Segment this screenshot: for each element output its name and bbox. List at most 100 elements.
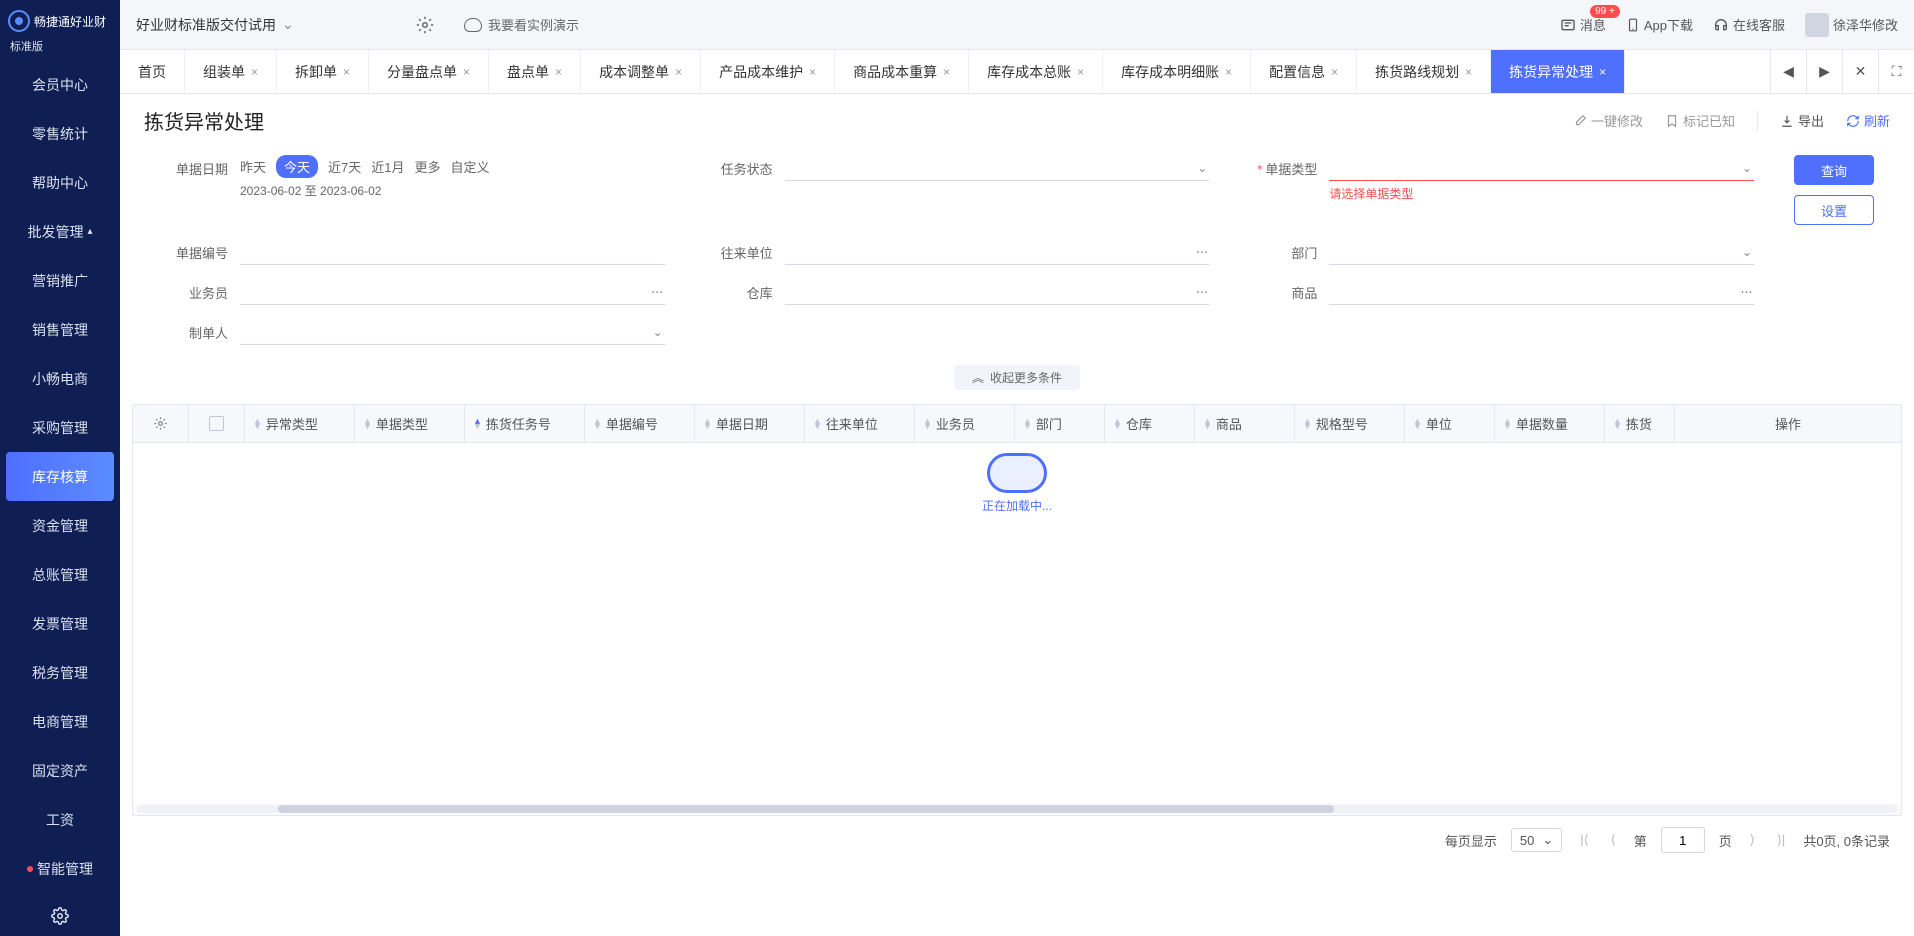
col-8[interactable]: ▲▼仓库 <box>1105 405 1195 442</box>
tabs-close-all[interactable]: ✕ <box>1842 50 1878 93</box>
sidebar-item-3[interactable]: 批发管理 <box>0 207 120 256</box>
app-switcher[interactable]: 好业财标准版交付试用 ⌄ <box>136 15 396 35</box>
tab-11[interactable]: 拣货路线规划× <box>1357 50 1491 93</box>
col-7[interactable]: ▲▼部门 <box>1015 405 1105 442</box>
sidebar-item-17[interactable]: 经营管理 <box>0 893 120 896</box>
salesman-input[interactable]: ··· <box>240 279 665 305</box>
col-1[interactable]: ▲▼单据类型 <box>355 405 465 442</box>
col-5[interactable]: ▲▼往来单位 <box>805 405 915 442</box>
tab-3[interactable]: 分量盘点单× <box>369 50 489 93</box>
sidebar-item-8[interactable]: 库存核算 <box>6 452 114 501</box>
close-icon[interactable]: × <box>555 65 562 79</box>
sidebar-item-7[interactable]: 采购管理 <box>0 403 120 452</box>
sidebar-item-5[interactable]: 销售管理 <box>0 305 120 354</box>
close-icon[interactable]: × <box>675 65 682 79</box>
task-status-select[interactable]: ⌄ <box>785 155 1210 181</box>
col-4[interactable]: ▲▼单据日期 <box>695 405 805 442</box>
creator-select[interactable]: ⌄ <box>240 319 665 345</box>
sidebar-item-12[interactable]: 税务管理 <box>0 648 120 697</box>
col-11[interactable]: ▲▼单位 <box>1405 405 1495 442</box>
tab-9[interactable]: 库存成本明细账× <box>1103 50 1251 93</box>
warehouse-input[interactable]: ··· <box>785 279 1210 305</box>
tabs-scroll-left[interactable]: ◀ <box>1770 50 1806 93</box>
messages-button[interactable]: 消息 99 + <box>1560 15 1606 34</box>
per-page-select[interactable]: 50 ⌄ <box>1511 828 1562 852</box>
partner-input[interactable]: ··· <box>785 239 1210 265</box>
sidebar-item-2[interactable]: 帮助中心 <box>0 158 120 207</box>
refresh-button[interactable]: 刷新 <box>1846 111 1890 130</box>
next-page-button[interactable]: ⟩ <box>1746 832 1759 848</box>
sidebar-settings[interactable] <box>0 896 120 936</box>
tab-10[interactable]: 配置信息× <box>1251 50 1357 93</box>
sidebar-item-9[interactable]: 资金管理 <box>0 501 120 550</box>
tab-1[interactable]: 组装单× <box>185 50 277 93</box>
collapse-filters[interactable]: ︽ 收起更多条件 <box>954 365 1080 390</box>
date-tab-7d[interactable]: 近7天 <box>328 157 361 176</box>
query-button[interactable]: 查询 <box>1794 155 1874 185</box>
tab-7[interactable]: 商品成本重算× <box>835 50 969 93</box>
sidebar-item-15[interactable]: 工资 <box>0 795 120 844</box>
tab-6[interactable]: 产品成本维护× <box>701 50 835 93</box>
close-icon[interactable]: × <box>463 65 470 79</box>
tabs-scroll-right[interactable]: ▶ <box>1806 50 1842 93</box>
select-all-checkbox[interactable] <box>189 405 245 442</box>
close-icon[interactable]: × <box>809 65 816 79</box>
date-tab-1m[interactable]: 近1月 <box>371 157 404 176</box>
tabs-fullscreen[interactable]: ⛶ <box>1878 50 1914 93</box>
date-tab-more[interactable]: 更多 <box>415 157 441 176</box>
sidebar-item-13[interactable]: 电商管理 <box>0 697 120 746</box>
page-input[interactable] <box>1661 827 1705 853</box>
close-icon[interactable]: × <box>943 65 950 79</box>
prev-page-button[interactable]: ⟨ <box>1607 832 1620 848</box>
col-9[interactable]: ▲▼商品 <box>1195 405 1295 442</box>
col-10[interactable]: ▲▼规格型号 <box>1295 405 1405 442</box>
sidebar-item-10[interactable]: 总账管理 <box>0 550 120 599</box>
app-download[interactable]: App下载 <box>1626 15 1693 34</box>
tab-8[interactable]: 库存成本总账× <box>969 50 1103 93</box>
col-3[interactable]: ▲▼单据编号 <box>585 405 695 442</box>
close-icon[interactable]: × <box>1225 65 1232 79</box>
export-button[interactable]: 导出 <box>1780 111 1824 130</box>
sidebar-item-14[interactable]: 固定资产 <box>0 746 120 795</box>
date-tab-yesterday[interactable]: 昨天 <box>240 157 266 176</box>
col-2[interactable]: ▲▼拣货任务号 <box>465 405 585 442</box>
last-page-button[interactable]: ⟩| <box>1773 832 1789 848</box>
sidebar-item-4[interactable]: 营销推广 <box>0 256 120 305</box>
close-icon[interactable]: × <box>1331 65 1338 79</box>
dept-select[interactable]: ⌄ <box>1329 239 1754 265</box>
col-12[interactable]: ▲▼单据数量 <box>1495 405 1605 442</box>
close-icon[interactable]: × <box>1599 65 1606 79</box>
table-settings[interactable] <box>133 405 189 442</box>
tab-4[interactable]: 盘点单× <box>489 50 581 93</box>
bulk-edit-button[interactable]: 一键修改 <box>1573 111 1643 130</box>
first-page-button[interactable]: |⟨ <box>1576 832 1592 848</box>
tab-2[interactable]: 拆卸单× <box>277 50 369 93</box>
col-13[interactable]: ▲▼拣货 <box>1605 405 1675 442</box>
user-menu[interactable]: 徐泽华修改 <box>1805 13 1898 37</box>
date-tab-custom[interactable]: 自定义 <box>451 157 490 176</box>
customer-service[interactable]: 在线客服 <box>1713 15 1785 34</box>
sidebar-item-0[interactable]: 会员中心 <box>0 60 120 109</box>
sidebar-item-16[interactable]: 智能管理 <box>0 844 120 893</box>
mark-known-button[interactable]: 标记已知 <box>1665 111 1735 130</box>
close-icon[interactable]: × <box>1077 65 1084 79</box>
col-0[interactable]: ▲▼异常类型 <box>245 405 355 442</box>
tab-0[interactable]: 首页 <box>120 50 185 93</box>
doc-no-input[interactable] <box>240 239 665 265</box>
topbar-settings[interactable] <box>416 16 434 34</box>
product-input[interactable]: ··· <box>1329 279 1754 305</box>
demo-link[interactable]: 我要看实例演示 <box>464 15 579 34</box>
tab-5[interactable]: 成本调整单× <box>581 50 701 93</box>
scrollbar-thumb[interactable] <box>278 805 1334 813</box>
close-icon[interactable]: × <box>251 65 258 79</box>
sidebar-item-11[interactable]: 发票管理 <box>0 599 120 648</box>
close-icon[interactable]: × <box>343 65 350 79</box>
close-icon[interactable]: × <box>1465 65 1472 79</box>
sidebar-item-1[interactable]: 零售统计 <box>0 109 120 158</box>
setting-button[interactable]: 设置 <box>1794 195 1874 225</box>
col-6[interactable]: ▲▼业务员 <box>915 405 1015 442</box>
date-tab-today[interactable]: 今天 <box>276 155 318 178</box>
table-scrollbar[interactable] <box>133 803 1901 815</box>
sidebar-item-6[interactable]: 小畅电商 <box>0 354 120 403</box>
doc-type-select[interactable]: ⌄ <box>1329 155 1754 181</box>
